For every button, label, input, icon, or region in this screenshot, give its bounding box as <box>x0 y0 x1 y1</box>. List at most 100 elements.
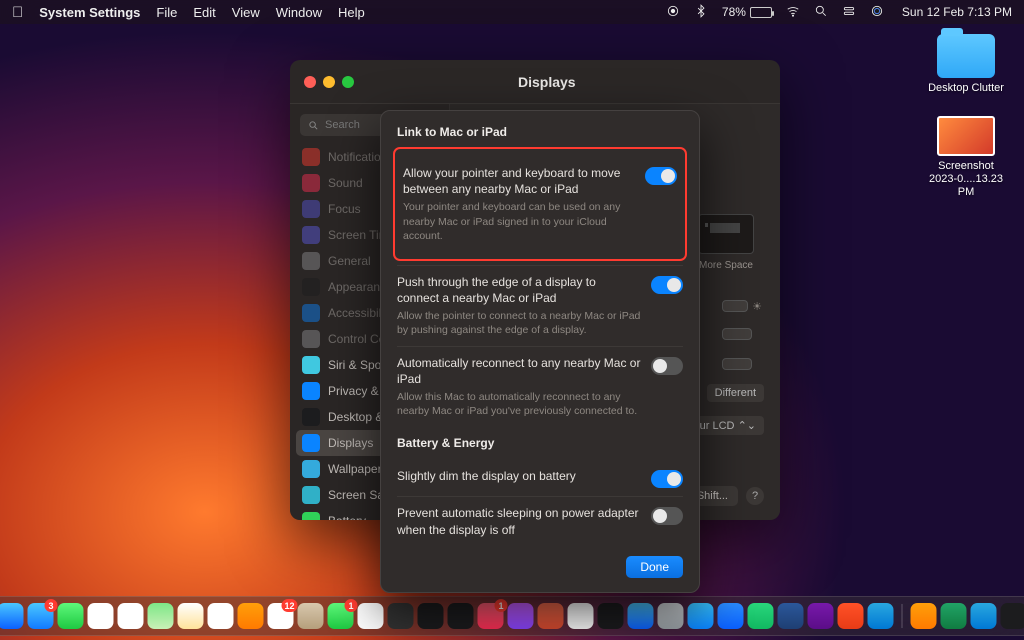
sidebar-icon <box>302 434 320 452</box>
sidebar-icon <box>302 226 320 244</box>
menu-window[interactable]: Window <box>276 5 322 20</box>
dock-app-podcasts[interactable] <box>508 603 534 629</box>
window-minimize-icon[interactable] <box>323 76 335 88</box>
truetone-toggle-stub[interactable] <box>722 324 762 344</box>
dock-app-stocks[interactable] <box>598 603 624 629</box>
dock-app-photos[interactable] <box>88 603 114 629</box>
dock-app-facetime[interactable]: 1 <box>328 603 354 629</box>
sidebar-icon <box>302 382 320 400</box>
desktop-screenshot[interactable]: Screenshot 2023-0....13.23 PM <box>926 116 1006 200</box>
sidebar-icon <box>302 512 320 520</box>
dock-app-books[interactable] <box>238 603 264 629</box>
dock-app-dictionary[interactable] <box>538 603 564 629</box>
menu-edit[interactable]: Edit <box>193 5 215 20</box>
window-close-icon[interactable] <box>304 76 316 88</box>
status-record-icon[interactable] <box>666 4 680 21</box>
dock-app-brave[interactable] <box>838 603 864 629</box>
sidebar-label: General <box>328 254 371 268</box>
desktop-folder[interactable]: Desktop Clutter <box>926 34 1006 95</box>
dock-app-preview[interactable] <box>971 603 997 629</box>
brightness-slider-stub[interactable]: ☀ <box>722 296 762 316</box>
row-desc: Allow this Mac to automatically reconnec… <box>397 390 641 418</box>
done-button[interactable]: Done <box>626 556 683 578</box>
dock-app-screen-sharing[interactable] <box>1001 603 1024 629</box>
dock-app-calculator[interactable] <box>388 603 414 629</box>
resolution-thumb[interactable] <box>698 214 754 254</box>
row-title: Slightly dim the display on battery <box>397 468 641 484</box>
dock-app-calendar[interactable]: 12 <box>268 603 294 629</box>
desktop-screenshot-label: Screenshot 2023-0....13.23 PM <box>926 160 1006 200</box>
search-placeholder: Search <box>325 119 360 131</box>
dock-app-reminders[interactable] <box>208 603 234 629</box>
siri-icon[interactable] <box>870 4 884 21</box>
dock-app-vscode[interactable] <box>868 603 894 629</box>
badge: 12 <box>281 599 297 612</box>
toggle[interactable] <box>651 507 683 525</box>
dock-app-tv[interactable] <box>448 603 474 629</box>
menu-view[interactable]: View <box>232 5 260 20</box>
dock-app-keynote[interactable] <box>718 603 744 629</box>
row-desc: Allow the pointer to connect to a nearby… <box>397 309 641 337</box>
sidebar-icon <box>302 148 320 166</box>
sidebar-icon <box>302 200 320 218</box>
sidebar-icon <box>302 252 320 270</box>
menu-help[interactable]: Help <box>338 5 365 20</box>
popup-link-row-2: Automatically reconnect to any nearby Ma… <box>397 346 683 427</box>
sidebar-label: Displays <box>328 436 373 450</box>
popup-section2-title: Battery & Energy <box>397 436 683 450</box>
dock-app-numbers[interactable] <box>748 603 774 629</box>
bluetooth-icon[interactable] <box>694 4 708 21</box>
dock-app-notes[interactable] <box>178 603 204 629</box>
clock[interactable]: Sun 12 Feb 7:13 PM <box>902 5 1012 19</box>
refresh-selector[interactable]: Different <box>707 384 764 402</box>
dock-app-word[interactable] <box>778 603 804 629</box>
folder-icon <box>937 34 995 78</box>
dock-app-home[interactable] <box>568 603 594 629</box>
battery-status[interactable]: 78% <box>722 5 772 19</box>
spotlight-icon[interactable] <box>814 4 828 21</box>
row-title: Automatically reconnect to any nearby Ma… <box>397 355 641 387</box>
dock-app-weather[interactable] <box>628 603 654 629</box>
dock-app-messages[interactable] <box>58 603 84 629</box>
row-title: Allow your pointer and keyboard to move … <box>403 165 635 197</box>
menu-file[interactable]: File <box>156 5 177 20</box>
dock-app-pages-doc[interactable] <box>911 603 937 629</box>
dock-app-mail[interactable]: 3 <box>28 603 54 629</box>
app-menu[interactable]: System Settings <box>39 5 140 20</box>
toggle[interactable] <box>651 470 683 488</box>
battery-percent: 78% <box>722 5 746 19</box>
toggle[interactable] <box>651 357 683 375</box>
sidebar-icon <box>302 330 320 348</box>
dock: 3 12 1 1 <box>0 596 1024 636</box>
row-desc: Your pointer and keyboard can be used on… <box>403 200 635 243</box>
dock-app-contacts[interactable] <box>298 603 324 629</box>
display-link-popup: Link to Mac or iPad Allow your pointer a… <box>380 110 700 593</box>
dock-app-safari[interactable] <box>0 603 24 629</box>
toggle[interactable] <box>651 276 683 294</box>
desktop-folder-label: Desktop Clutter <box>926 82 1006 95</box>
dock-app-photobooth[interactable] <box>358 603 384 629</box>
dock-app-voice-memos[interactable] <box>418 603 444 629</box>
window-zoom-icon[interactable] <box>342 76 354 88</box>
dock-app-onenote[interactable] <box>808 603 834 629</box>
dock-app-freeform[interactable] <box>118 603 144 629</box>
dock-app-music[interactable]: 1 <box>478 603 504 629</box>
dock-app-maps[interactable] <box>148 603 174 629</box>
auto-brightness-toggle-stub[interactable] <box>722 354 762 374</box>
dock-app-settings[interactable] <box>658 603 684 629</box>
highlighted-row: Allow your pointer and keyboard to move … <box>393 147 687 261</box>
dock-app-appstore[interactable] <box>688 603 714 629</box>
row-title: Prevent automatic sleeping on power adap… <box>397 505 641 537</box>
popup-battery-row-1: Prevent automatic sleeping on power adap… <box>397 496 683 545</box>
apple-menu-icon[interactable]:  <box>12 4 23 21</box>
window-title: Displays <box>518 74 576 90</box>
dock-app-excel-doc[interactable] <box>941 603 967 629</box>
window-titlebar[interactable]: Displays <box>290 60 780 104</box>
sidebar-label: Battery <box>328 514 366 520</box>
help-button[interactable]: ? <box>746 487 764 505</box>
control-center-icon[interactable] <box>842 4 856 21</box>
screenshot-thumb-icon <box>937 116 995 156</box>
sidebar-icon <box>302 460 320 478</box>
toggle[interactable] <box>645 167 677 185</box>
wifi-icon[interactable] <box>786 4 800 21</box>
